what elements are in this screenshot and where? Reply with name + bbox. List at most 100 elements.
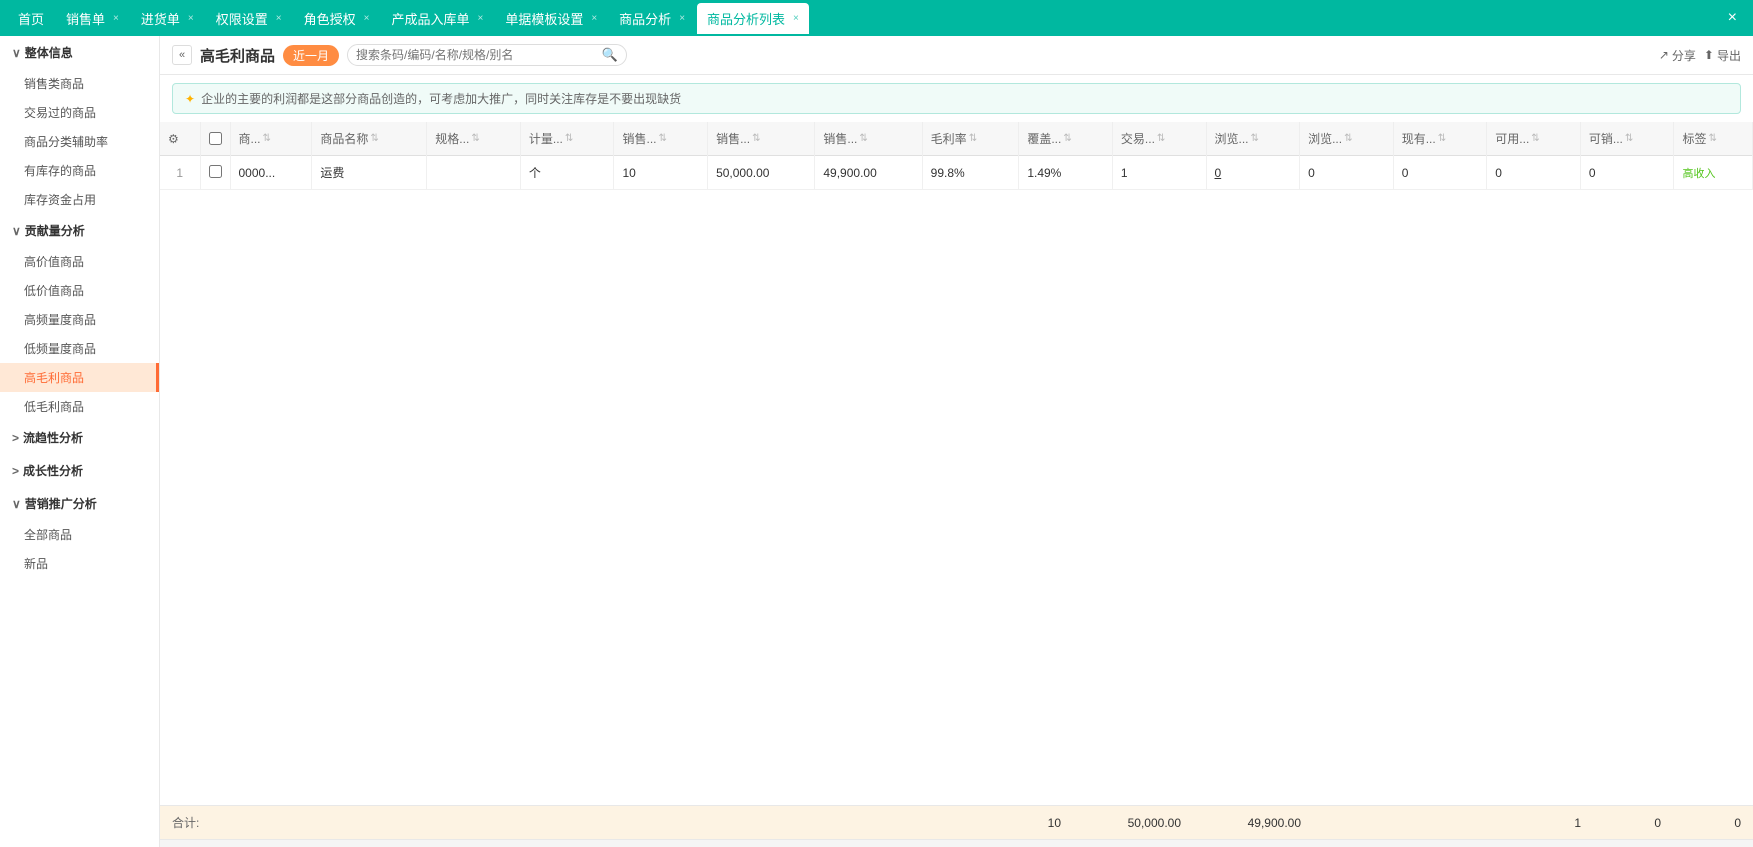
row-name: 运费 xyxy=(312,156,427,190)
sidebar-item-stock-capital[interactable]: 库存资金占用 xyxy=(0,185,159,214)
col-label: 计量... xyxy=(529,130,563,147)
footer-profit: 49,900.00 xyxy=(1221,816,1301,830)
row-browse1[interactable]: 0 xyxy=(1206,156,1300,190)
sort-icon[interactable]: ⇅ xyxy=(1531,133,1539,144)
col-label: 标签 xyxy=(1682,130,1706,147)
content-header: « 高毛利商品 近一月 🔍 ↗ 分享 ⬆ 导出 xyxy=(160,36,1753,75)
share-button[interactable]: ↗ 分享 xyxy=(1659,47,1696,64)
col-label: 现有... xyxy=(1402,130,1436,147)
search-icon: 🔍 xyxy=(602,47,618,63)
col-header-available2: 可用...⇅ xyxy=(1487,122,1581,156)
nav-close-analysis[interactable]: × xyxy=(679,13,685,24)
col-header-code: 商...⇅ xyxy=(230,122,312,156)
nav-close-template[interactable]: × xyxy=(591,13,597,24)
sort-icon[interactable]: ⇅ xyxy=(1708,133,1716,144)
col-label: 浏览... xyxy=(1215,130,1249,147)
sidebar-item-high-freq[interactable]: 高频量度商品 xyxy=(0,305,159,334)
sidebar-section-growth[interactable]: >成长性分析 xyxy=(0,454,159,487)
col-header-sales-amount: 销售...⇅ xyxy=(708,122,815,156)
sidebar-section-wealth[interactable]: ∨ 贡献量分析 xyxy=(0,214,159,247)
total-label: 合计: xyxy=(172,814,199,831)
nav-item-permission[interactable]: 权限设置× xyxy=(206,3,292,34)
sidebar-item-analysis-helper[interactable]: 商品分类辅助率 xyxy=(0,127,159,156)
col-label: 销售... xyxy=(622,130,656,147)
sidebar-item-high-margin[interactable]: 高毛利商品 xyxy=(0,363,159,392)
row-sellable: 0 xyxy=(1580,156,1674,190)
sort-icon[interactable]: ⇅ xyxy=(1157,133,1165,144)
col-label: 毛利率 xyxy=(931,130,967,147)
sidebar-section-marketing[interactable]: ∨营销推广分析 xyxy=(0,487,159,520)
export-button[interactable]: ⬆ 导出 xyxy=(1704,47,1741,64)
row-checkbox[interactable] xyxy=(209,165,222,178)
sidebar-item-low-freq[interactable]: 低频量度商品 xyxy=(0,334,159,363)
row-coverage: 1.49% xyxy=(1019,156,1113,190)
close-all-tabs-button[interactable]: × xyxy=(1720,9,1745,27)
sort-icon[interactable]: ⇅ xyxy=(859,133,867,144)
nav-item-sales[interactable]: 销售单× xyxy=(56,3,129,34)
select-all-checkbox[interactable] xyxy=(209,132,222,145)
col-header-sales-profit: 销售...⇅ xyxy=(815,122,922,156)
sort-icon[interactable]: ⇅ xyxy=(471,133,479,144)
collapse-icon: « xyxy=(179,49,185,61)
sort-icon[interactable]: ⇅ xyxy=(370,133,378,144)
footer-browse2: 0 xyxy=(1701,816,1741,830)
sidebar-section-overall[interactable]: ∨整体信息 xyxy=(0,36,159,69)
sort-icon[interactable]: ⇅ xyxy=(565,133,573,144)
sort-icon[interactable]: ⇅ xyxy=(1063,133,1071,144)
nav-close-analysis-list[interactable]: × xyxy=(793,13,799,24)
bottom-scrollbar[interactable] xyxy=(160,839,1753,847)
sidebar-item-low-margin[interactable]: 低毛利商品 xyxy=(0,392,159,421)
row-checkbox-cell[interactable] xyxy=(200,156,230,190)
sidebar-section-label-overall: 整体信息 xyxy=(25,44,73,61)
sort-icon[interactable]: ⇅ xyxy=(969,133,977,144)
nav-item-purchase[interactable]: 进货单× xyxy=(131,3,204,34)
nav-close-product-in[interactable]: × xyxy=(477,13,483,24)
filter-recent-month-button[interactable]: 近一月 xyxy=(283,45,339,66)
col-header-settings[interactable]: ⚙ xyxy=(160,122,200,156)
table-footer: 合计: 10 50,000.00 49,900.00 1 0 0 xyxy=(160,805,1753,839)
table-row: 1 0000... 运费 个 10 50,000.00 49,900.00 99… xyxy=(160,156,1753,190)
nav-item-product-in[interactable]: 产成品入库单× xyxy=(381,3,493,34)
col-label: 浏览... xyxy=(1308,130,1342,147)
sidebar-item-all-products[interactable]: 全部商品 xyxy=(0,520,159,549)
nav-close-role[interactable]: × xyxy=(364,13,370,24)
sort-icon[interactable]: ⇅ xyxy=(752,133,760,144)
sidebar-item-sales-ranking[interactable]: 销售类商品 xyxy=(0,69,159,98)
sort-icon[interactable]: ⇅ xyxy=(1625,133,1633,144)
nav-item-analysis-list[interactable]: 商品分析列表× xyxy=(697,3,809,34)
col-label: 可销... xyxy=(1589,130,1623,147)
chevron-icon: > xyxy=(12,431,19,445)
nav-item-home[interactable]: 首页 xyxy=(8,3,54,34)
nav-item-analysis[interactable]: 商品分析× xyxy=(609,3,695,34)
nav-item-template[interactable]: 单据模板设置× xyxy=(495,3,607,34)
row-sales-amount: 50,000.00 xyxy=(708,156,815,190)
sidebar-section-label-growth: 成长性分析 xyxy=(23,462,83,479)
nav-close-purchase[interactable]: × xyxy=(188,13,194,24)
collapse-sidebar-button[interactable]: « xyxy=(172,45,192,65)
export-label: 导出 xyxy=(1717,47,1741,64)
sort-icon[interactable]: ⇅ xyxy=(1251,133,1259,144)
col-label: 可用... xyxy=(1495,130,1529,147)
search-input[interactable] xyxy=(356,48,598,62)
sort-icon[interactable]: ⇅ xyxy=(1344,133,1352,144)
sidebar-item-low-value[interactable]: 低价值商品 xyxy=(0,276,159,305)
sidebar-item-high-value[interactable]: 高价值商品 xyxy=(0,247,159,276)
sidebar-section-label-wealth: 贡献量分析 xyxy=(25,222,85,239)
col-header-transaction: 交易...⇅ xyxy=(1112,122,1206,156)
sort-icon[interactable]: ⇅ xyxy=(263,133,271,144)
nav-close-permission[interactable]: × xyxy=(276,13,282,24)
sidebar-item-in-stock[interactable]: 有库存的商品 xyxy=(0,156,159,185)
col-header-check[interactable] xyxy=(200,122,230,156)
nav-close-sales[interactable]: × xyxy=(113,13,119,24)
chevron-icon: ∨ xyxy=(12,224,21,238)
col-header-name: 商品名称⇅ xyxy=(312,122,427,156)
sidebar-item-traded[interactable]: 交易过的商品 xyxy=(0,98,159,127)
row-sales-qty: 10 xyxy=(614,156,708,190)
sort-icon[interactable]: ⇅ xyxy=(659,133,667,144)
sidebar-section-trend[interactable]: >流趋性分析 xyxy=(0,421,159,454)
sort-icon[interactable]: ⇅ xyxy=(1438,133,1446,144)
settings-icon[interactable]: ⚙ xyxy=(168,132,179,146)
sidebar-item-new-products[interactable]: 新品 xyxy=(0,549,159,578)
footer-spacer2 xyxy=(1441,816,1501,830)
nav-item-role[interactable]: 角色授权× xyxy=(294,3,380,34)
